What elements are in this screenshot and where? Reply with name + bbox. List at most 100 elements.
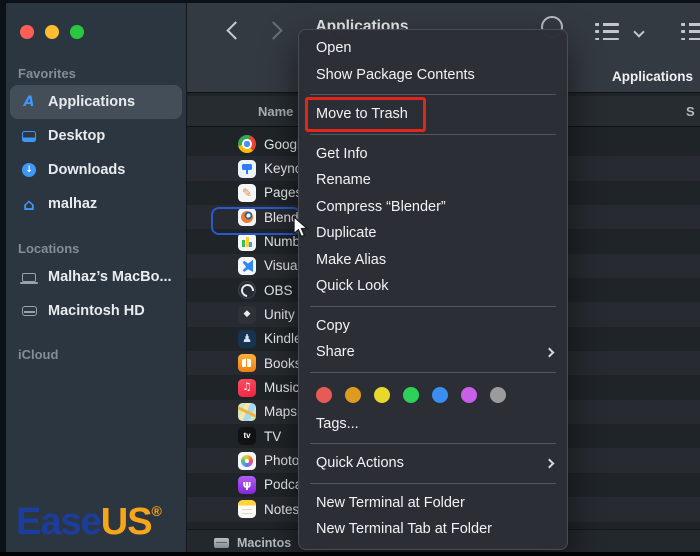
tag-color-dot[interactable] xyxy=(461,387,477,403)
sidebar-item-label: Downloads xyxy=(48,162,125,178)
path-bar-label: Macintos xyxy=(237,536,291,550)
chrome-icon xyxy=(238,135,256,153)
chevron-right-icon xyxy=(545,347,555,357)
sidebar-item-label: malhaz xyxy=(48,196,97,212)
menu-item-quick-actions[interactable]: Quick Actions xyxy=(299,450,567,477)
notes-icon xyxy=(238,500,256,518)
podcasts-icon xyxy=(238,476,256,494)
tag-color-dot[interactable] xyxy=(432,387,448,403)
sidebar-item-label: Applications xyxy=(48,94,135,110)
menu-separator xyxy=(310,306,556,307)
background-window-title: Applications xyxy=(612,69,693,84)
menu-item-share[interactable]: Share xyxy=(299,339,567,366)
books-icon xyxy=(238,354,256,372)
menu-item-new-terminal-at-folder[interactable]: New Terminal at Folder xyxy=(299,490,567,517)
vscode-icon xyxy=(238,257,256,275)
sidebar-item-desktop[interactable]: Desktop xyxy=(10,119,182,153)
tag-color-dot[interactable] xyxy=(490,387,506,403)
sidebar-item-home[interactable]: ⌂ malhaz xyxy=(10,187,182,221)
file-name: Music xyxy=(264,380,299,395)
menu-item-compress[interactable]: Compress “Blender” xyxy=(299,194,567,221)
sidebar-section-icloud: iCloud xyxy=(18,347,58,362)
tag-color-dot[interactable] xyxy=(345,387,361,403)
menu-item-label: New Terminal Tab at Folder xyxy=(316,521,492,537)
watermark-reg: ® xyxy=(152,503,162,519)
home-icon: ⌂ xyxy=(19,195,39,214)
column-header-name[interactable]: Name xyxy=(258,104,293,119)
sidebar-item-label: Desktop xyxy=(48,128,105,144)
sidebar-section-locations: Locations xyxy=(18,241,79,256)
file-name: Googl xyxy=(264,137,300,152)
unity-icon xyxy=(238,306,256,324)
menu-item-rename[interactable]: Rename xyxy=(299,167,567,194)
sidebar-item-macintosh-hd[interactable]: Macintosh HD xyxy=(10,294,182,328)
menu-separator xyxy=(310,483,556,484)
sidebar-item-applications[interactable]: A Applications xyxy=(10,85,182,119)
sidebar-item-label: Macintosh HD xyxy=(48,303,145,319)
music-icon xyxy=(238,379,256,397)
menu-item-label: Tags... xyxy=(316,416,359,432)
file-name: Maps xyxy=(264,404,297,419)
menu-item-label: Open xyxy=(316,40,351,56)
kindle-icon xyxy=(238,330,256,348)
traffic-light-close[interactable] xyxy=(20,25,34,39)
menu-item-label: Quick Actions xyxy=(316,455,404,471)
traffic-light-minimize[interactable] xyxy=(45,25,59,39)
file-name: Photo xyxy=(264,453,299,468)
sidebar: Favorites A Applications Desktop ↓ Downl… xyxy=(6,3,187,552)
column-header-size[interactable]: S xyxy=(686,104,695,119)
window-controls xyxy=(20,25,84,39)
menu-item-new-terminal-tab-at-folder[interactable]: New Terminal Tab at Folder xyxy=(299,516,567,543)
context-menu: Open Show Package Contents Move to Trash… xyxy=(298,29,568,550)
file-name: Pages xyxy=(264,185,302,200)
menu-item-get-info[interactable]: Get Info xyxy=(299,141,567,168)
back-icon[interactable] xyxy=(226,21,244,39)
menu-item-label: Show Package Contents xyxy=(316,67,475,83)
menu-separator xyxy=(310,443,556,444)
keynote-icon xyxy=(238,160,256,178)
hard-drive-icon xyxy=(19,306,39,316)
menu-item-quick-look[interactable]: Quick Look xyxy=(299,273,567,300)
file-name: OBS xyxy=(264,283,293,298)
list-view-icon[interactable] xyxy=(681,23,700,40)
sidebar-item-downloads[interactable]: ↓ Downloads xyxy=(10,153,182,187)
group-view-icon[interactable] xyxy=(595,23,619,40)
menu-separator xyxy=(310,134,556,135)
sidebar-item-macbook[interactable]: Malhaz’s MacBo... xyxy=(10,260,182,294)
menu-item-open[interactable]: Open xyxy=(299,35,567,62)
easeus-watermark: EaseUS® xyxy=(16,501,162,544)
menu-item-label: Duplicate xyxy=(316,225,376,241)
file-name: TV xyxy=(264,429,281,444)
menu-item-label: Rename xyxy=(316,172,371,188)
sidebar-item-label: Malhaz’s MacBo... xyxy=(48,269,172,285)
menu-item-label: Get Info xyxy=(316,146,368,162)
file-name: Keyno xyxy=(264,161,302,176)
numbers-icon xyxy=(238,233,256,251)
traffic-light-zoom[interactable] xyxy=(70,25,84,39)
screenshot-root: Favorites A Applications Desktop ↓ Downl… xyxy=(0,0,700,556)
tag-color-dot[interactable] xyxy=(403,387,419,403)
downloads-icon: ↓ xyxy=(19,163,39,177)
tag-color-dot[interactable] xyxy=(374,387,390,403)
file-name: Books xyxy=(264,356,302,371)
menu-item-copy[interactable]: Copy xyxy=(299,313,567,340)
obs-icon xyxy=(238,281,256,299)
menu-item-show-package-contents[interactable]: Show Package Contents xyxy=(299,62,567,89)
desktop-icon xyxy=(19,131,39,142)
menu-item-label: Compress “Blender” xyxy=(316,199,446,215)
sidebar-section-favorites: Favorites xyxy=(18,66,76,81)
watermark-ease: Ease xyxy=(16,501,101,543)
file-name: Visual xyxy=(264,258,301,273)
tv-icon xyxy=(238,427,256,445)
menu-item-make-alias[interactable]: Make Alias xyxy=(299,247,567,274)
tag-color-dots xyxy=(299,379,567,411)
chevron-down-icon[interactable] xyxy=(633,26,644,37)
forward-icon[interactable] xyxy=(264,21,282,39)
menu-item-tags[interactable]: Tags... xyxy=(299,411,567,438)
menu-separator xyxy=(310,94,556,95)
menu-item-move-to-trash[interactable]: Move to Trash xyxy=(299,101,567,128)
menu-item-duplicate[interactable]: Duplicate xyxy=(299,220,567,247)
tag-color-dot[interactable] xyxy=(316,387,332,403)
photos-icon xyxy=(238,452,256,470)
selection-ring xyxy=(211,207,301,235)
